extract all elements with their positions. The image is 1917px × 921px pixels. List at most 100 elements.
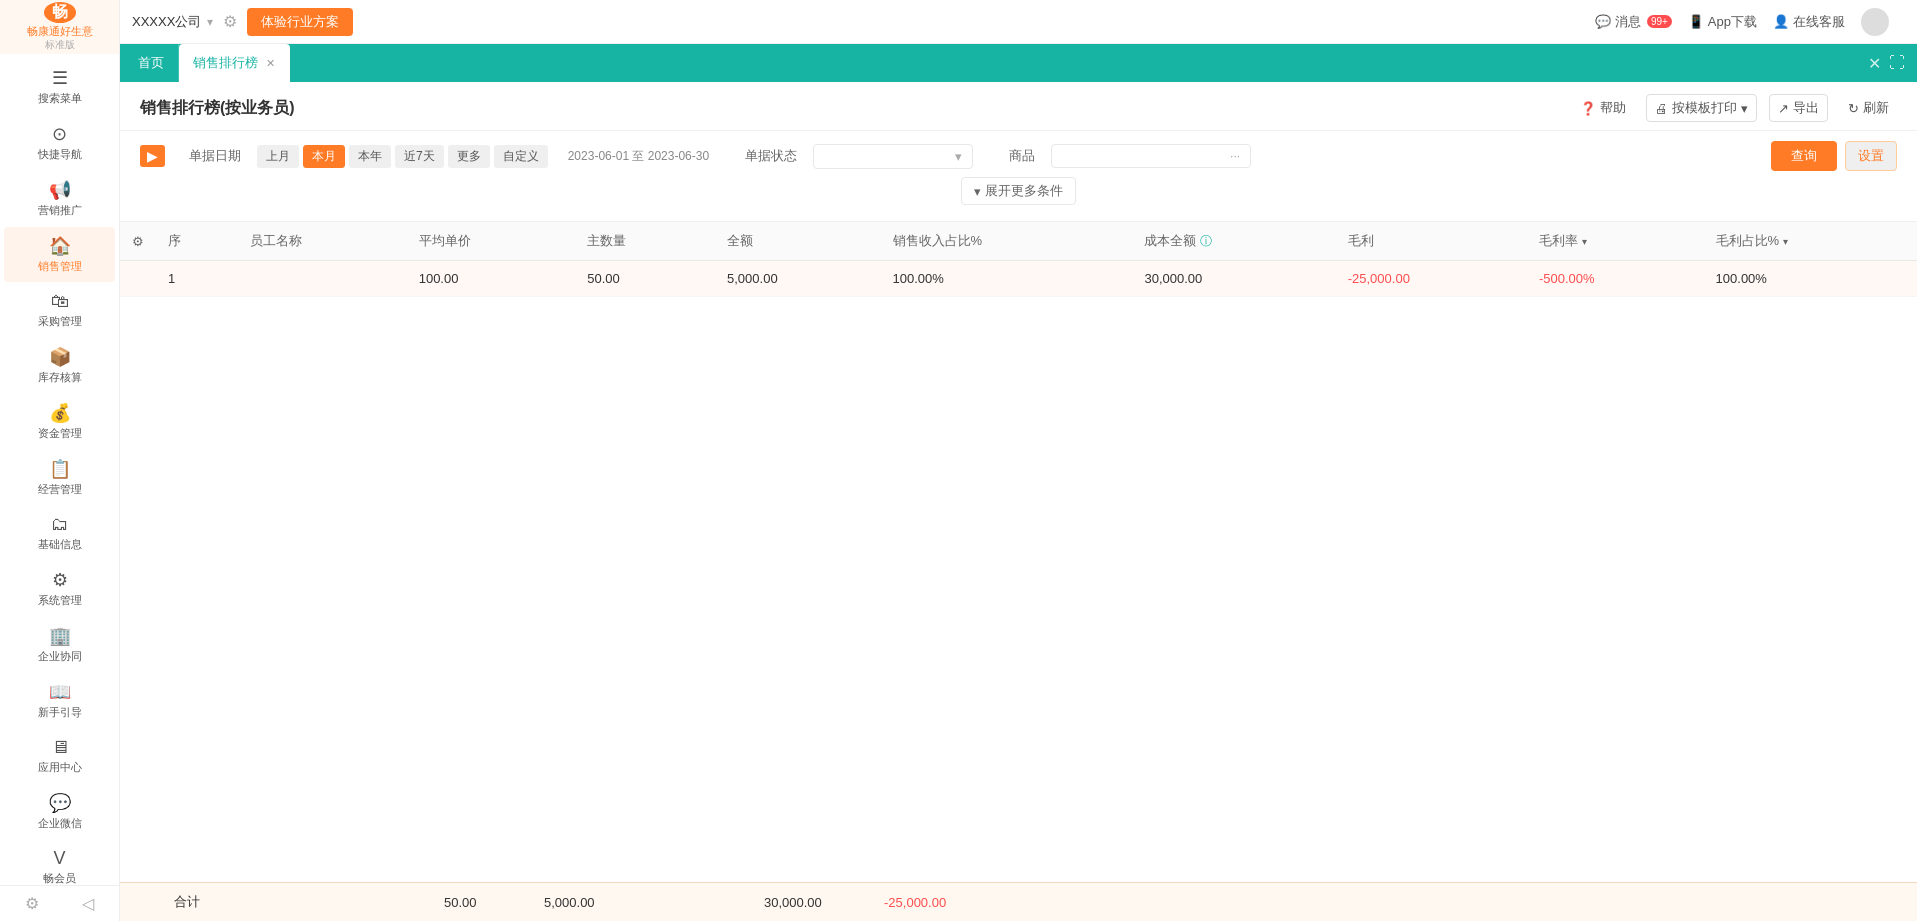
settings-button[interactable]: 设置 [1845,141,1897,171]
cell-settings-0 [120,261,156,297]
status-chevron-icon: ▾ [955,149,962,164]
th-gross-rate: 毛利率 ▾ [1527,222,1704,261]
cell-employee-0 [238,261,407,297]
sidebar-marketing-icon: 📢 [49,179,71,201]
sidebar-item-inventory[interactable]: 📦库存核算 [4,338,115,393]
date-option-自定义[interactable]: 自定义 [494,145,548,168]
th-cost: 成本全额 ⓘ [1132,222,1335,261]
th-avg-price: 平均单价 [407,222,576,261]
trial-button[interactable]: 体验行业方案 [247,8,353,36]
sidebar-purchase-icon: 🛍 [51,291,69,312]
sidebar-basic-icon: 🗂 [51,514,69,535]
sidebar-wechat-label: 企业微信 [38,816,82,831]
cost-info-icon: ⓘ [1200,234,1212,248]
tab-home[interactable]: 首页 [124,44,179,82]
help-icon: ❓ [1580,101,1596,116]
date-option-更多[interactable]: 更多 [448,145,490,168]
goods-more-icon: ··· [1230,149,1240,163]
goods-select[interactable]: ··· [1051,144,1251,168]
cell-sales-pct-0: 100.00% [881,261,1133,297]
th-sales-pct: 销售收入占比% [881,222,1133,261]
sidebar-apps-icon: 🖥 [51,737,69,758]
date-options: 上月本月本年近7天更多自定义 [257,145,548,168]
collapse-icon[interactable]: ▶ [140,145,165,167]
status-select[interactable]: ▾ [813,144,973,169]
topbar-right: 💬 消息 99+ 📱 App下载 👤 在线客服 [1595,8,1905,36]
message-action[interactable]: 💬 消息 99+ [1595,13,1672,31]
sidebar-item-operation[interactable]: 📋经营管理 [4,450,115,505]
query-button[interactable]: 查询 [1771,141,1837,171]
sidebar-item-wechat[interactable]: 💬 企业微信 [4,784,115,839]
tab-sales-rank[interactable]: 销售排行榜 ✕ [179,44,290,82]
sidebar-item-shortcut[interactable]: ⊙快捷导航 [4,115,115,170]
content-area: 销售排行榜(按业务员) ❓ 帮助 🖨 按模板打印 ▾ ↗ 导出 ↻ 刷新 [120,82,1917,921]
sidebar-enterprise-icon: 🏢 [49,625,71,647]
online-service-action[interactable]: 👤 在线客服 [1773,13,1845,31]
filter-row-1: ▶ 单据日期 上月本月本年近7天更多自定义 2023-06-01 至 2023-… [140,141,1897,171]
date-option-近7天[interactable]: 近7天 [395,145,444,168]
sidebar-item-guide[interactable]: 📖新手引导 [4,673,115,728]
sidebar-purchase-label: 采购管理 [38,314,82,329]
sidebar-shortcut-label: 快捷导航 [38,147,82,162]
page-title: 销售排行榜(按业务员) [140,98,295,119]
topbar-settings-icon[interactable]: ⚙ [223,12,237,31]
company-chevron-icon: ▾ [207,15,213,29]
tab-close-icon[interactable]: ✕ [266,57,275,70]
sidebar-member-icon: V [53,848,65,869]
tab-home-label: 首页 [138,54,164,72]
cell-avg-price-0: 100.00 [407,261,576,297]
footer-total: 5,000.00 [532,895,632,910]
sidebar-apps-label: 应用中心 [38,760,82,775]
th-total: 全额 [715,222,881,261]
sidebar-item-purchase[interactable]: 🛍 采购管理 [4,283,115,337]
sidebar-item-system[interactable]: ⚙系统管理 [4,561,115,616]
th-gross-pct-sort-icon: ▾ [1783,236,1788,247]
cell-total-0: 5,000.00 [715,261,881,297]
sidebar: 畅 畅康通好生意 标准版 ☰搜索菜单⊙快捷导航📢营销推广🏠销售管理 🛍 采购管理 📦库… [0,0,120,921]
table-row: 1 100.00 50.00 5,000.00 100.00% 30,000.0… [120,261,1917,297]
tab-maximize-icon[interactable]: ⛶ [1889,54,1905,72]
th-main-qty: 主数量 [575,222,715,261]
sidebar-basic-label: 基础信息 [38,537,82,552]
sidebar-operation-icon: 📋 [49,458,71,480]
refresh-button[interactable]: ↻ 刷新 [1840,95,1897,121]
tabbar-right: ✕ ⛶ [1868,54,1913,73]
company-selector[interactable]: XXXXX公司 ▾ [132,13,213,31]
sidebar-item-member[interactable]: V畅会员 [4,840,115,885]
tab-close-window-icon[interactable]: ✕ [1868,54,1881,73]
sidebar-search-icon: ☰ [52,67,68,89]
help-button[interactable]: ❓ 帮助 [1572,95,1634,121]
sidebar-collapse-icon[interactable]: ◁ [82,894,94,913]
filter-area: ▶ 单据日期 上月本月本年近7天更多自定义 2023-06-01 至 2023-… [120,131,1917,222]
sidebar-enterprise-label: 企业协同 [38,649,82,664]
topbar: XXXXX公司 ▾ ⚙ 体验行业方案 💬 消息 99+ 📱 App下载 👤 在线… [120,0,1917,44]
date-option-上月[interactable]: 上月 [257,145,299,168]
app-download-action[interactable]: 📱 App下载 [1688,13,1757,31]
print-button[interactable]: 🖨 按模板打印 ▾ [1646,94,1757,122]
sidebar-inventory-icon: 📦 [49,346,71,368]
th-employee: 员工名称 [238,222,407,261]
sidebar-item-marketing[interactable]: 📢营销推广 [4,171,115,226]
sidebar-item-finance[interactable]: 💰资金管理 [4,394,115,449]
footer-gross: -25,000.00 [872,895,972,910]
date-range: 2023-06-01 至 2023-06-30 [568,148,709,165]
export-button[interactable]: ↗ 导出 [1769,94,1828,122]
user-avatar[interactable] [1861,8,1889,36]
sidebar-item-basic[interactable]: 🗂 基础信息 [4,506,115,560]
gear-icon[interactable]: ⚙ [132,234,144,249]
sidebar-logo: 畅 畅康通好生意 标准版 [0,0,119,54]
sidebar-wechat-icon: 💬 [49,792,71,814]
sidebar-item-apps[interactable]: 🖥 应用中心 [4,729,115,783]
sidebar-item-enterprise[interactable]: 🏢 企业协同 [4,617,115,672]
sidebar-settings-icon[interactable]: ⚙ [25,894,39,913]
data-table: ⚙ 序 员工名称 平均单价 主数量 全额 销售收入占比% 成本全额 ⓘ 毛利 毛… [120,222,1917,297]
footer-main-qty: 50.00 [432,895,532,910]
sidebar-item-sales[interactable]: 🏠销售管理 [4,227,115,282]
table-header-row: ⚙ 序 员工名称 平均单价 主数量 全额 销售收入占比% 成本全额 ⓘ 毛利 毛… [120,222,1917,261]
date-option-本年[interactable]: 本年 [349,145,391,168]
date-option-本月[interactable]: 本月 [303,145,345,168]
cell-cost-0: 30,000.00 [1132,261,1335,297]
filter-row-2: ▾ 展开更多条件 [140,177,1897,205]
sidebar-item-search[interactable]: ☰搜索菜单 [4,59,115,114]
expand-button[interactable]: ▾ 展开更多条件 [961,177,1076,205]
